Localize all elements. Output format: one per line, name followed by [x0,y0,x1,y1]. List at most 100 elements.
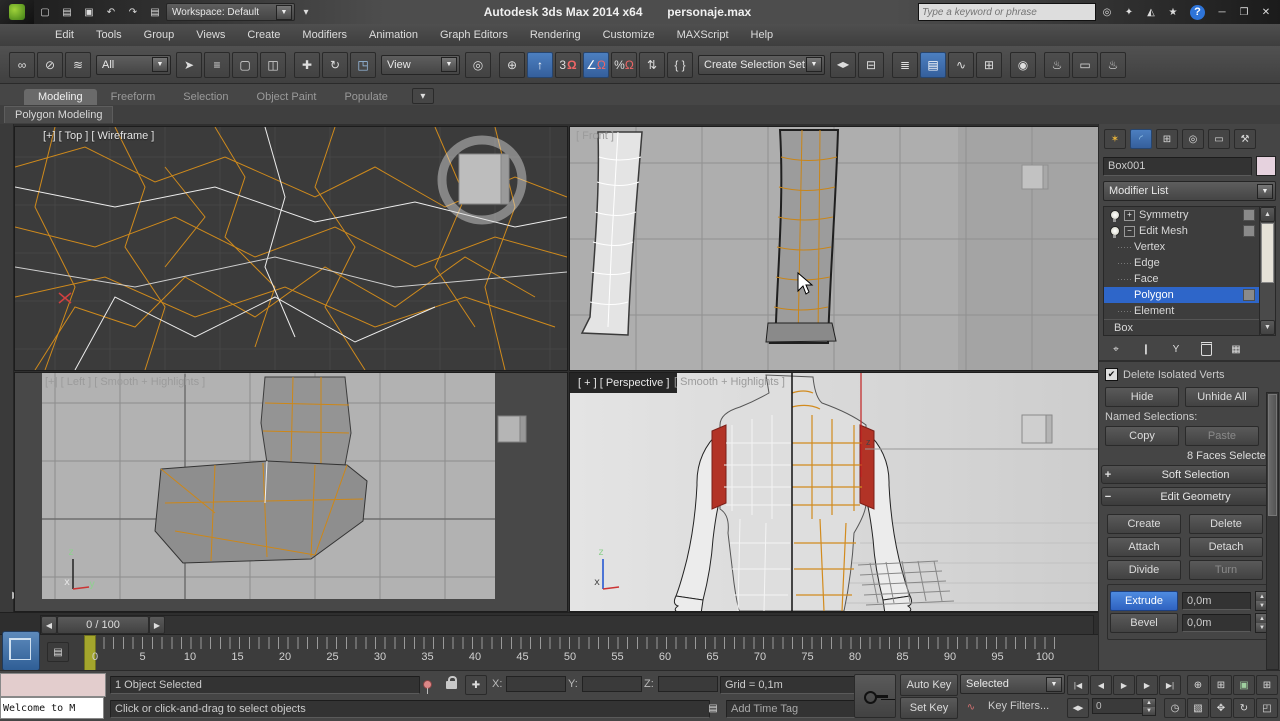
viewport-bottom-left-label[interactable]: [+] [ Left ] [ Smooth + Highlights ] [45,376,205,388]
extrude-value-field[interactable]: 0,0m [1182,592,1251,610]
detach-button[interactable]: Detach [1189,537,1263,557]
pin-stack-button[interactable]: ⌖ [1106,340,1126,358]
add-time-tag[interactable]: Add Time Tag [726,700,858,718]
ribbon-tab-populate[interactable]: Populate [330,89,401,105]
copy-button[interactable]: Copy [1105,426,1179,446]
menu-create[interactable]: Create [236,26,291,44]
zoom-region-button[interactable]: ▧ [1187,698,1209,718]
sign-in-icon[interactable]: ✦ [1119,3,1139,21]
set-key-button[interactable]: Set Key [900,697,958,719]
time-slider-prev-key[interactable]: ◀ [41,616,57,634]
remove-modifier-button[interactable] [1196,340,1216,358]
edit-geometry-rollout[interactable]: − Edit Geometry [1101,487,1278,506]
undo-button[interactable]: ↶ [101,3,121,21]
panel-scroll-thumb[interactable] [1268,394,1277,516]
soft-selection-rollout[interactable]: + Soft Selection [1101,465,1278,484]
modifier-list-arrow[interactable]: ▼ [1257,183,1273,199]
maxscript-macro-recorder[interactable] [0,673,106,697]
y-coordinate-field[interactable] [582,676,642,692]
manage-layers-button[interactable]: ≣ [892,51,918,78]
named-selection-set-arrow[interactable]: ▼ [806,57,822,72]
modifier-toggle[interactable] [1243,289,1255,301]
maxscript-listener[interactable]: Welcome to M [0,697,104,719]
workspace-dropdown-arrow[interactable]: ▼ [276,4,292,20]
z-coordinate-field[interactable] [658,676,718,692]
unhide-all-button[interactable]: Unhide All [1185,387,1259,407]
play-button[interactable]: ▶ [1113,675,1135,695]
isolate-selection-toggle[interactable] [417,675,437,694]
menu-rendering[interactable]: Rendering [519,26,592,44]
percent-snap-toggle[interactable]: % Ω [611,51,637,78]
next-frame-button[interactable]: ▶ [1136,675,1158,695]
viewport-bottom-left-canvas[interactable]: z x y [15,373,567,611]
material-editor-button[interactable]: ◉ [1010,51,1036,78]
tab-motion[interactable]: ◎ [1182,129,1204,149]
selection-lock-toggle[interactable] [441,673,461,691]
favorites-icon[interactable]: ★ [1163,3,1183,21]
curve-editor-button[interactable]: ∿ [948,51,974,78]
stack-item-element[interactable]: Element [1104,303,1259,319]
viewport-bottom-right-shading-label[interactable]: [ Smooth + Highlights ] [674,376,785,388]
menu-modifiers[interactable]: Modifiers [291,26,358,44]
use-pivot-point-center-button[interactable]: ◎ [465,51,491,78]
named-selection-set-dropdown[interactable]: Create Selection Set ▼ [698,54,825,75]
stack-scroll-thumb[interactable] [1261,223,1274,283]
zoom-extents-button[interactable]: ▣ [1233,675,1255,695]
show-end-result-button[interactable]: ❙ [1136,340,1156,358]
hide-button[interactable]: Hide [1105,387,1179,407]
modifier-toggle[interactable] [1243,209,1255,221]
window-crossing-toggle[interactable]: ◫ [260,51,286,78]
help-icon[interactable]: ? [1190,4,1205,20]
stack-item-edit-mesh[interactable]: − Edit Mesh [1104,223,1259,239]
communication-center-icon[interactable]: ◭ [1141,3,1161,21]
maximize-viewport-toggle[interactable]: ◰ [1256,698,1278,718]
unlink-selection-button[interactable]: ⊘ [37,51,63,78]
zoom-extents-all-button[interactable]: ⊞ [1256,675,1278,695]
stack-item-edge[interactable]: Edge [1104,255,1259,271]
menu-customize[interactable]: Customize [592,26,666,44]
x-coordinate-field[interactable] [506,676,566,692]
stack-item-face[interactable]: Face [1104,271,1259,287]
key-subset-arrow[interactable]: ▼ [1046,676,1062,692]
select-and-link-button[interactable]: ∞ [9,51,35,78]
select-and-manipulate-button[interactable]: ⊕ [499,51,525,78]
ribbon-minimize-button[interactable]: ▾ [411,88,434,104]
collapse-icon[interactable]: − [1124,225,1135,237]
expand-icon[interactable]: + [1124,209,1135,221]
render-production-button[interactable]: ♨ [1100,51,1126,78]
stack-item-box[interactable]: Box [1104,319,1259,336]
stack-scroll-up[interactable]: ▲ [1260,207,1275,222]
delete-isolated-verts-row[interactable]: ✔ Delete Isolated Verts [1105,366,1274,383]
set-keys-button[interactable] [854,674,896,718]
auto-key-button[interactable]: Auto Key [900,674,958,696]
viewport-bottom-right-label[interactable]: [ + ] [ Perspective ] [570,373,678,393]
reference-coordinate-dropdown[interactable]: View ▼ [381,54,460,75]
open-file-button[interactable]: ▤ [57,3,77,21]
object-color-swatch[interactable] [1256,156,1276,176]
lightbulb-icon[interactable] [1110,210,1120,222]
extrude-button[interactable]: Extrude [1110,591,1178,611]
paste-button[interactable]: Paste [1185,426,1259,446]
viewport-top-right-label[interactable]: [ Front ] [576,130,614,142]
stack-item-vertex[interactable]: Vertex [1104,239,1259,255]
menu-tools[interactable]: Tools [85,26,133,44]
key-filters-button[interactable]: Key Filters... [988,700,1049,712]
key-subset-dropdown[interactable]: Selected ▼ [960,674,1065,694]
viewport-top-right-canvas[interactable] [570,127,1098,370]
select-by-name-button[interactable]: ≡ [204,51,230,78]
edit-named-selection-sets-button[interactable]: { } [667,51,693,78]
frame-spinner[interactable]: ▲ ▼ [1142,698,1156,716]
default-tangents-button[interactable]: ∿ [961,698,981,716]
restore-button[interactable]: ❐ [1234,3,1254,21]
divide-button[interactable]: Divide [1107,560,1181,580]
checkbox-checked[interactable]: ✔ [1105,368,1118,381]
timeline-ruler[interactable]: 0 5 10 15 20 25 30 35 40 45 50 55 60 65 70 75 80 85 90 95 10… [84,635,1056,671]
absolute-mode-toggle[interactable]: ✚ [465,675,487,695]
previous-frame-button[interactable]: ◀ [1090,675,1112,695]
minimize-button[interactable]: ─ [1212,3,1232,21]
spinner-snap-toggle[interactable]: ⇅ [639,51,665,78]
stack-item-polygon[interactable]: Polygon [1104,287,1259,303]
menu-help[interactable]: Help [740,26,785,44]
bevel-value-field[interactable]: 0,0m [1182,614,1251,632]
menu-views[interactable]: Views [185,26,236,44]
